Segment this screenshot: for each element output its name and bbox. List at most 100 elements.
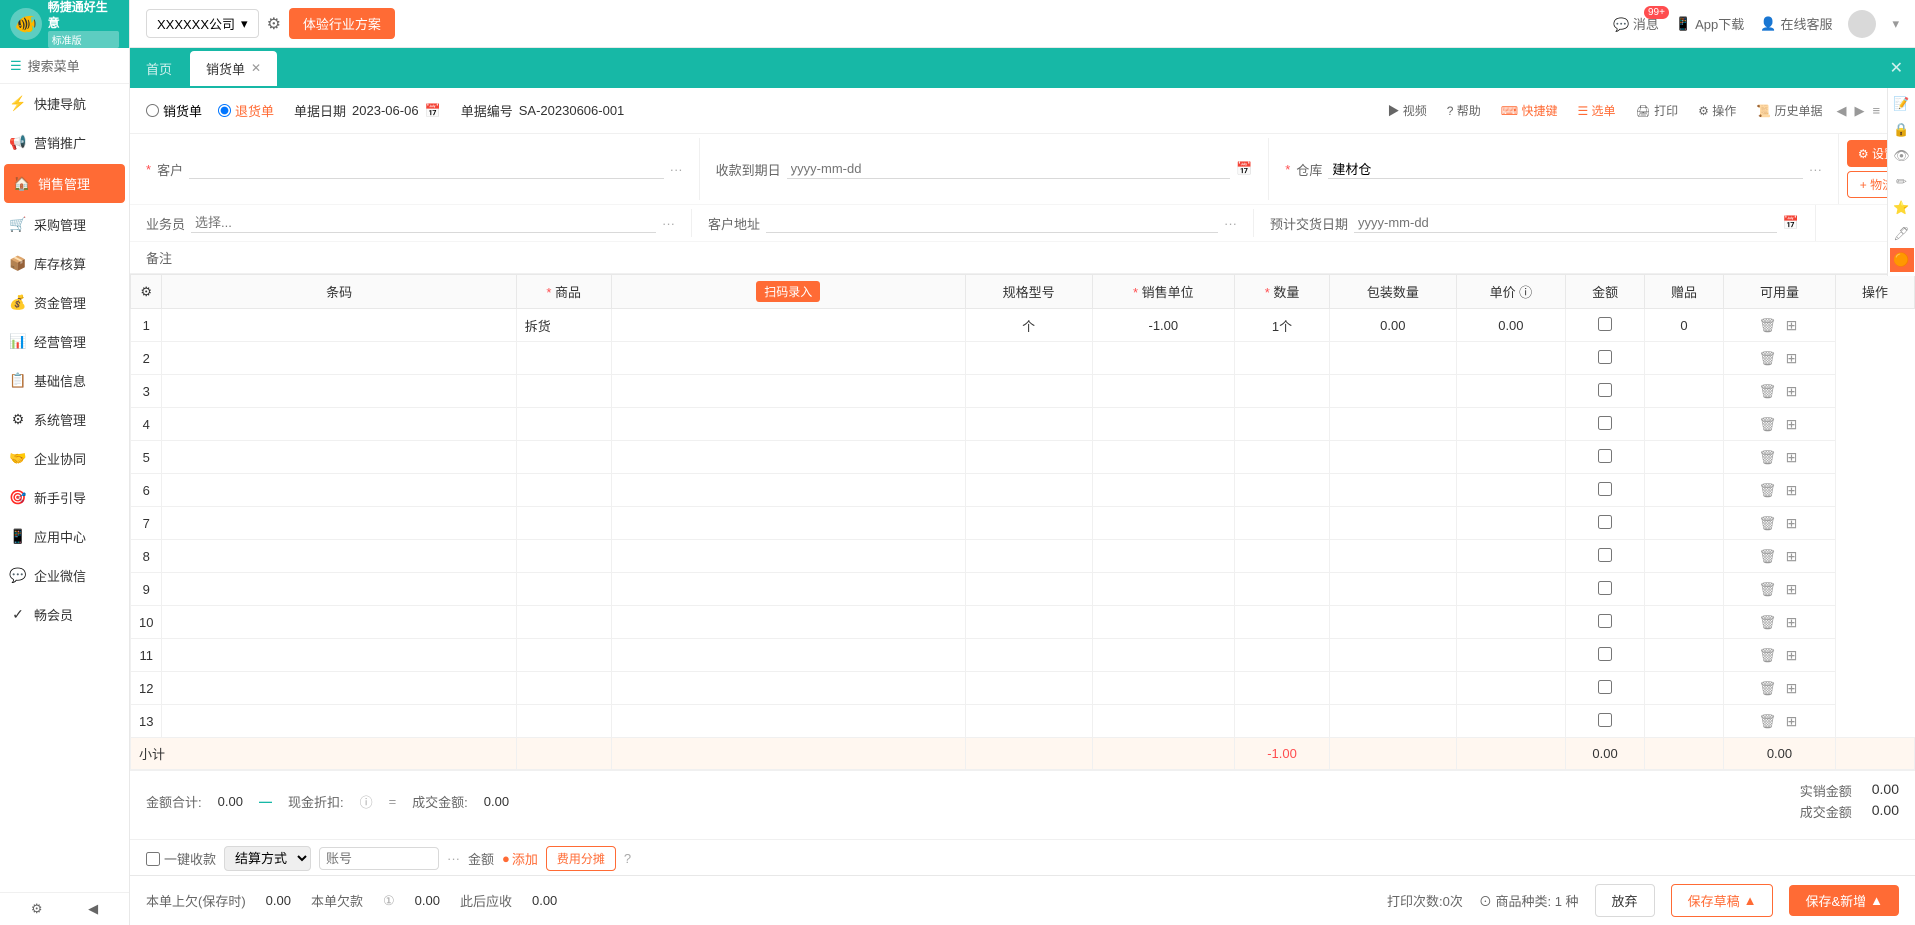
row-barcode[interactable] [162, 342, 516, 375]
row-qty[interactable] [1092, 606, 1235, 639]
row-unit[interactable] [965, 540, 1092, 573]
row-pack-qty[interactable] [1235, 342, 1330, 375]
customer-addr-dots[interactable]: ··· [1224, 216, 1237, 231]
copy-row-icon[interactable]: ⊞ [1781, 645, 1801, 665]
settings-icon[interactable]: ⚙ [31, 901, 43, 917]
row-gift[interactable] [1566, 606, 1645, 639]
expense-help-icon[interactable]: ? [624, 851, 631, 866]
sidebar-item-vip[interactable]: ✓ 畅会员 [0, 595, 129, 634]
row-spec[interactable] [611, 441, 965, 474]
select-order-btn[interactable]: ☰ 选单 [1571, 98, 1621, 123]
row-spec[interactable] [611, 342, 965, 375]
delete-row-icon[interactable]: 🗑 [1757, 513, 1777, 533]
row-unit[interactable] [965, 672, 1092, 705]
one-click-payment-checkbox[interactable]: 一键收款 [146, 849, 216, 868]
delete-row-icon[interactable]: 🗑 [1757, 381, 1777, 401]
salesperson-dots[interactable]: ··· [662, 216, 675, 231]
online-support-btn[interactable]: 👤 在线客服 [1760, 14, 1832, 33]
row-barcode[interactable] [162, 309, 516, 342]
product-type-info[interactable]: ⊙ 商品种类: 1 种 [1479, 891, 1579, 910]
delivery-calendar-icon[interactable]: 📅 [1783, 215, 1799, 231]
row-unit[interactable] [965, 342, 1092, 375]
row-barcode[interactable] [162, 606, 516, 639]
row-qty[interactable] [1092, 540, 1235, 573]
row-barcode[interactable] [162, 474, 516, 507]
row-gift[interactable] [1566, 705, 1645, 738]
user-dropdown-icon[interactable]: ▾ [1892, 16, 1899, 32]
row-product[interactable] [516, 672, 611, 705]
delete-row-icon[interactable]: 🗑 [1757, 414, 1777, 434]
row-product[interactable] [516, 606, 611, 639]
row-amount[interactable] [1456, 606, 1565, 639]
delete-row-icon[interactable]: 🗑 [1757, 612, 1777, 632]
account-input[interactable] [319, 847, 439, 870]
row-price[interactable] [1329, 375, 1456, 408]
row-product[interactable] [516, 408, 611, 441]
row-product[interactable] [516, 639, 611, 672]
customer-dots[interactable]: ··· [670, 162, 683, 177]
row-gift[interactable] [1566, 540, 1645, 573]
row-qty[interactable] [1092, 342, 1235, 375]
copy-row-icon[interactable]: ⊞ [1781, 579, 1801, 599]
row-spec[interactable] [611, 606, 965, 639]
copy-row-icon[interactable]: ⊞ [1781, 612, 1801, 632]
sidebar-item-enterprise[interactable]: 🤝 企业协同 [0, 439, 129, 478]
discard-button[interactable]: 放弃 [1595, 884, 1655, 917]
sidebar-item-marketing[interactable]: 📢 营销推广 [0, 123, 129, 162]
warehouse-input[interactable] [1328, 159, 1803, 179]
row-price[interactable] [1329, 705, 1456, 738]
copy-row-icon[interactable]: ⊞ [1781, 678, 1801, 698]
delete-row-icon[interactable]: 🗑 [1757, 480, 1777, 500]
row-spec[interactable] [611, 672, 965, 705]
row-price[interactable]: 0.00 [1329, 309, 1456, 342]
sidebar-item-finance[interactable]: 💰 资金管理 [0, 283, 129, 322]
row-product[interactable] [516, 474, 611, 507]
row-qty[interactable]: -1.00 [1092, 309, 1235, 342]
row-gift[interactable] [1566, 342, 1645, 375]
row-product[interactable] [516, 573, 611, 606]
customer-input[interactable] [189, 159, 664, 179]
account-dots[interactable]: ··· [447, 851, 460, 866]
row-unit[interactable] [965, 639, 1092, 672]
help-btn[interactable]: ? 帮助 [1441, 98, 1487, 123]
row-unit[interactable] [965, 705, 1092, 738]
row-product[interactable] [516, 441, 611, 474]
total-owe-info-icon[interactable]: ① [383, 893, 395, 909]
cash-discount-info[interactable]: ⓘ [360, 792, 373, 811]
row-pack-qty[interactable] [1235, 540, 1330, 573]
row-gift[interactable] [1566, 309, 1645, 342]
copy-row-icon[interactable]: ⊞ [1781, 414, 1801, 434]
row-barcode[interactable] [162, 375, 516, 408]
next-icon[interactable]: ▶ [1855, 103, 1865, 119]
row-barcode[interactable] [162, 573, 516, 606]
warehouse-dots[interactable]: ··· [1809, 162, 1822, 177]
due-date-calendar-icon[interactable]: 📅 [1236, 161, 1252, 177]
row-price[interactable] [1329, 474, 1456, 507]
copy-row-icon[interactable]: ⊞ [1781, 546, 1801, 566]
app-download-btn[interactable]: 📱 App下载 [1675, 14, 1744, 33]
row-unit[interactable] [965, 375, 1092, 408]
tab-home[interactable]: 首页 [130, 51, 188, 86]
row-spec[interactable] [611, 375, 965, 408]
sidebar-item-base[interactable]: 📋 基础信息 [0, 361, 129, 400]
row-gift[interactable] [1566, 408, 1645, 441]
right-panel-note-icon[interactable]: 📝 [1890, 92, 1914, 116]
row-qty[interactable] [1092, 408, 1235, 441]
delivery-date-input[interactable] [1354, 213, 1777, 233]
row-spec[interactable] [611, 507, 965, 540]
delete-row-icon[interactable]: 🗑 [1757, 546, 1777, 566]
row-amount[interactable] [1456, 441, 1565, 474]
salesperson-input[interactable] [191, 213, 656, 233]
row-unit[interactable] [965, 507, 1092, 540]
company-selector[interactable]: XXXXXX公司 ▾ [146, 9, 259, 38]
row-amount[interactable] [1456, 639, 1565, 672]
calendar-icon[interactable]: 📅 [425, 103, 441, 119]
row-product[interactable] [516, 507, 611, 540]
row-unit[interactable] [965, 474, 1092, 507]
row-product[interactable] [516, 375, 611, 408]
gear-button[interactable]: ⚙ [267, 14, 281, 34]
row-price[interactable] [1329, 573, 1456, 606]
row-barcode[interactable] [162, 441, 516, 474]
row-qty[interactable] [1092, 474, 1235, 507]
row-amount[interactable] [1456, 375, 1565, 408]
